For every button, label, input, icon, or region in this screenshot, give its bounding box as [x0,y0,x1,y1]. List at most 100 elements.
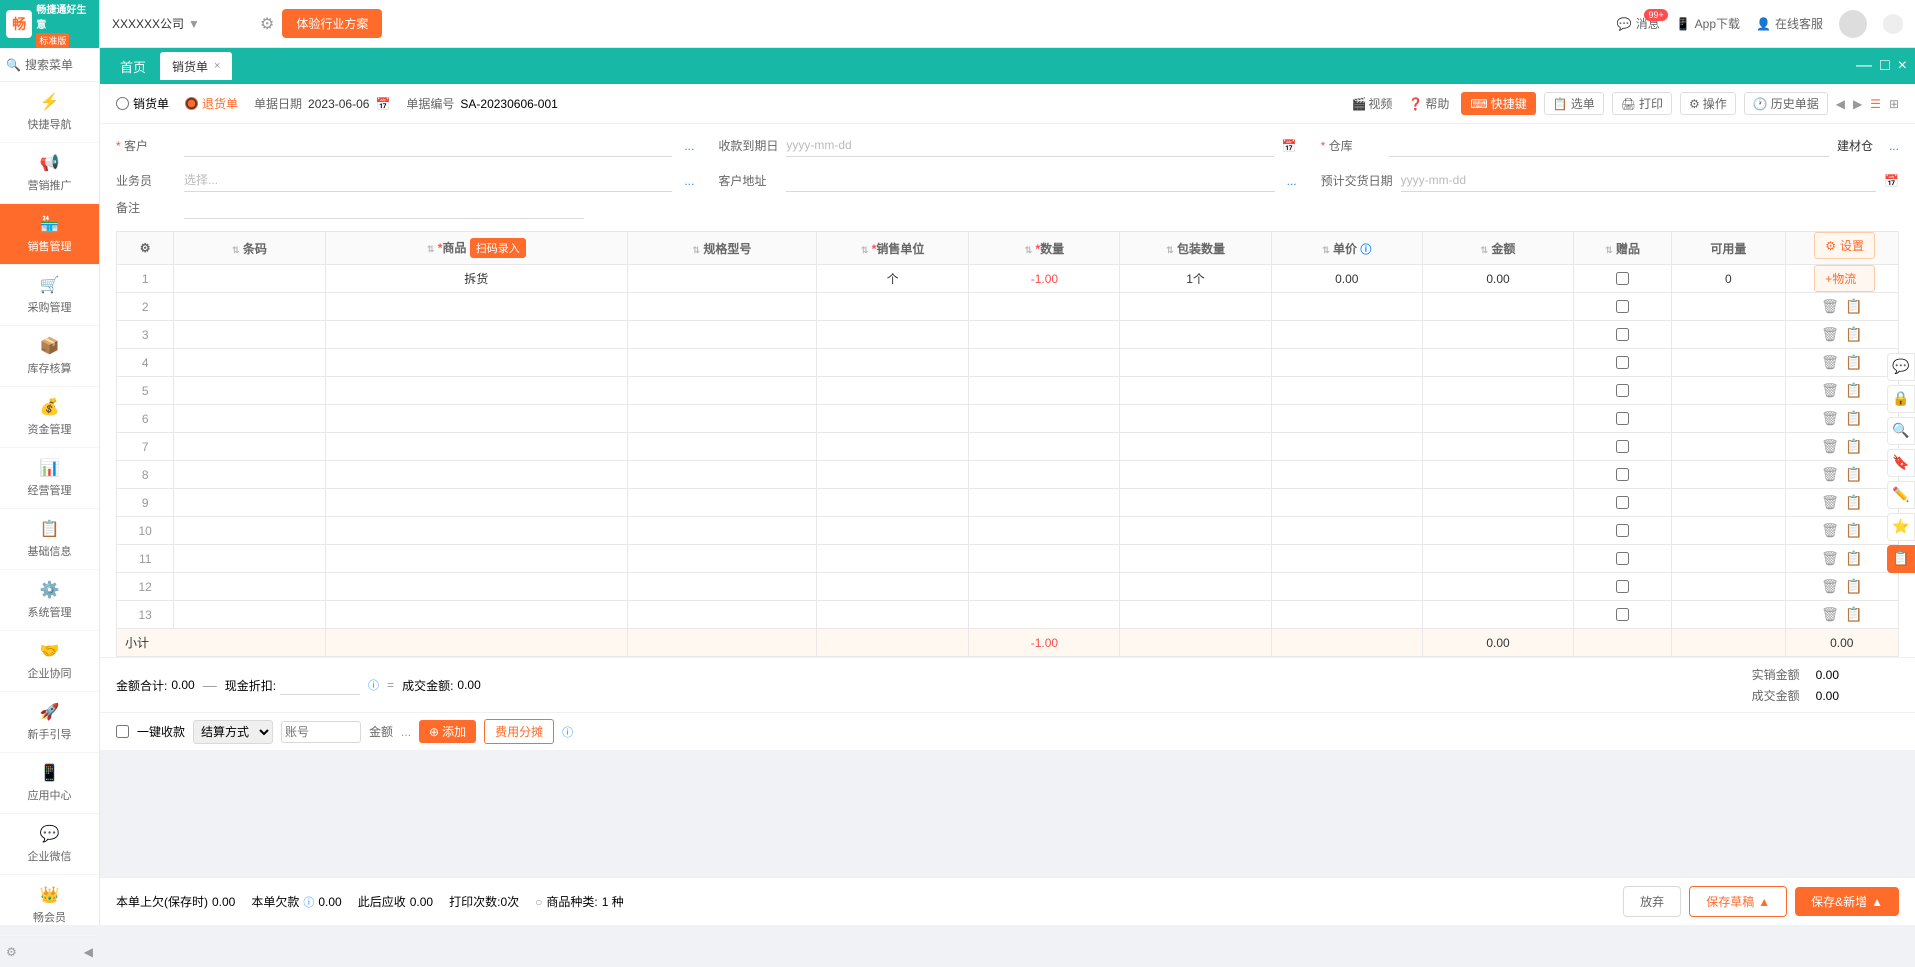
cell-qty[interactable] [969,433,1120,461]
sidebar-item-sys-mgmt[interactable]: ⚙️ 系统管理 [0,570,99,631]
cell-amount[interactable] [1422,377,1573,405]
cell-barcode[interactable] [174,545,325,573]
cell-gift[interactable] [1574,517,1672,545]
cell-qty[interactable] [969,377,1120,405]
delete-row-icon[interactable]: 🗑 [1821,438,1839,455]
expected-delivery-input[interactable] [1401,169,1876,192]
cell-amount[interactable] [1422,349,1573,377]
close-window-btn[interactable]: × [1898,57,1907,75]
cell-pkgqty[interactable] [1120,377,1271,405]
cell-gift[interactable] [1574,349,1672,377]
copy-row-icon[interactable]: 📋 [1845,550,1862,567]
sidebar-item-app-center[interactable]: 📱 应用中心 [0,753,99,814]
action-history[interactable]: 🕐 历史单据 [1744,92,1828,115]
copy-row-icon[interactable]: 📋 [1845,326,1862,343]
cell-price[interactable] [1271,293,1422,321]
logistics-btn[interactable]: +物流 [1814,265,1875,292]
copy-row-icon[interactable]: 📋 [1845,382,1862,399]
copy-row-icon[interactable]: 📋 [1845,354,1862,371]
cell-amount[interactable]: 0.00 [1422,265,1573,293]
cell-barcode[interactable] [174,489,325,517]
sidebar-item-quick-nav[interactable]: ⚡ 快捷导航 [0,82,99,143]
total-owed-info[interactable]: ⓘ [303,894,314,910]
sidebar-collapse-icon[interactable]: ◀ [84,945,93,959]
float-btn-bookmark[interactable]: 🔖 [1887,449,1915,477]
topbar-gear-icon[interactable]: ⚙ [260,14,274,34]
delete-row-icon[interactable]: 🗑 [1821,550,1839,567]
cell-barcode[interactable] [174,601,325,629]
sidebar-item-finance[interactable]: 💰 资金管理 [0,387,99,448]
delete-row-icon[interactable]: 🗑 [1821,522,1839,539]
cell-barcode[interactable] [174,461,325,489]
cell-spec[interactable] [627,321,816,349]
cell-price[interactable]: 0.00 [1271,265,1422,293]
save-new-dropdown-icon[interactable]: ▲ [1871,895,1883,909]
cell-unit[interactable] [816,433,968,461]
cell-pkgqty[interactable] [1120,461,1271,489]
copy-row-icon[interactable]: 📋 [1845,438,1862,455]
copy-row-icon[interactable]: 📋 [1845,578,1862,595]
cell-product[interactable] [325,545,627,573]
cell-pkgqty[interactable] [1120,405,1271,433]
cell-unit[interactable]: 个 [816,265,968,293]
cell-qty[interactable] [969,461,1120,489]
delete-row-icon[interactable]: 🗑 [1821,298,1839,315]
tab-home[interactable]: 首页 [108,48,158,84]
cell-gift[interactable] [1574,461,1672,489]
cell-qty[interactable] [969,405,1120,433]
customer-addr-ellipsis[interactable]: ... [1287,174,1297,188]
float-btn-search[interactable]: 🔍 [1887,417,1915,445]
cell-gift[interactable] [1574,545,1672,573]
cash-discount-input[interactable] [280,676,360,695]
cell-unit[interactable] [816,377,968,405]
cell-product[interactable] [325,377,627,405]
cell-gift[interactable] [1574,405,1672,433]
cell-unit[interactable] [816,349,968,377]
delete-row-icon[interactable]: 🗑 [1821,354,1839,371]
customer-ellipsis[interactable]: ... [684,139,694,153]
cell-barcode[interactable] [174,517,325,545]
cell-product[interactable] [325,321,627,349]
salesperson-ellipsis[interactable]: ... [684,174,694,188]
sidebar-settings-icon[interactable]: ⚙ [6,945,17,959]
th-amount[interactable]: ⇅ 金额 [1422,232,1573,265]
minimize-btn[interactable]: — [1856,57,1872,75]
payment-due-input[interactable] [786,134,1273,157]
float-btn-action[interactable]: 📋 [1887,545,1915,573]
th-barcode[interactable]: ⇅ 条码 [174,232,325,265]
cell-barcode[interactable] [174,293,325,321]
cell-unit[interactable] [816,573,968,601]
cell-amount[interactable] [1422,405,1573,433]
action-help[interactable]: ❓ 帮助 [1404,93,1453,114]
nav-prev-icon[interactable]: ◀ [1836,97,1845,111]
calendar-icon[interactable]: 📅 [375,97,390,111]
cell-unit[interactable] [816,489,968,517]
cell-amount[interactable] [1422,517,1573,545]
sidebar-item-new-guide[interactable]: 🚀 新手引导 [0,692,99,753]
th-settings[interactable]: ⚙ [117,232,174,265]
customer-addr-input[interactable] [786,169,1274,192]
save-new-btn[interactable]: 保存&新增 ▲ [1795,887,1899,916]
cell-spec[interactable] [627,377,816,405]
action-print[interactable]: 🖨 打印 [1612,92,1672,115]
radio-return[interactable]: 退货单 [185,95,238,112]
delete-row-icon[interactable]: 🗑 [1821,578,1839,595]
notes-input[interactable] [184,196,584,219]
abandon-btn[interactable]: 放弃 [1623,886,1681,917]
cell-pkgqty[interactable] [1120,433,1271,461]
cell-product[interactable]: 拆货 [325,265,627,293]
th-spec[interactable]: ⇅ 规格型号 [627,232,816,265]
cell-price[interactable] [1271,573,1422,601]
sidebar-item-enterprise[interactable]: 🤝 企业协同 [0,631,99,692]
sidebar-item-marketing[interactable]: 📢 营销推广 [0,143,99,204]
cell-price[interactable] [1271,489,1422,517]
cell-amount[interactable] [1422,489,1573,517]
th-qty[interactable]: ⇅ *数量 [969,232,1120,265]
cell-spec[interactable] [627,433,816,461]
cell-barcode[interactable] [174,377,325,405]
cell-gift[interactable] [1574,489,1672,517]
tab-sales-order[interactable]: 销货单 × [160,52,232,80]
float-btn-lock[interactable]: 🔒 [1887,385,1915,413]
cell-spec[interactable] [627,545,816,573]
cell-product[interactable] [325,293,627,321]
